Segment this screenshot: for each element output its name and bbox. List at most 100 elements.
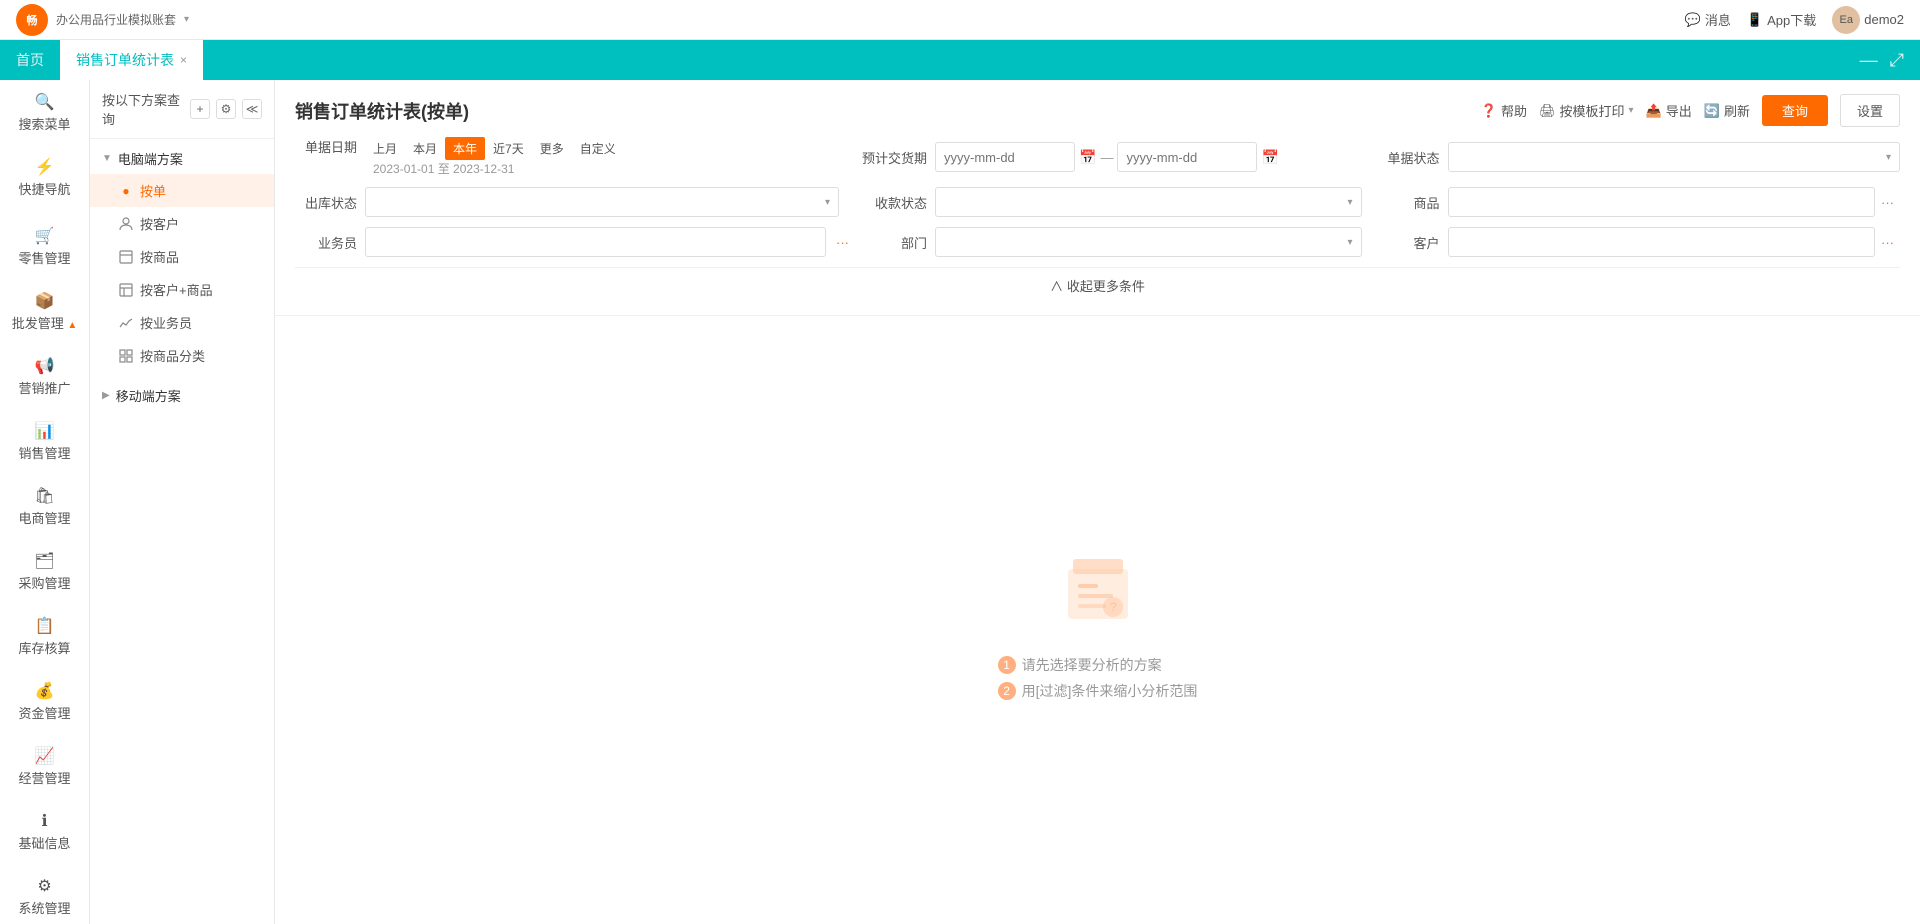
order-status-select[interactable] (1449, 143, 1569, 171)
download-icon: 📱 (1747, 12, 1763, 28)
customer-input[interactable] (1448, 227, 1876, 257)
scheme-panel-title: 按以下方案查询 (102, 90, 190, 128)
sidebar-item-retail-mgmt[interactable]: 🛒 零售管理 (0, 214, 89, 279)
collapse-button[interactable]: ∧ 收起更多条件 (295, 267, 1900, 303)
date-this-month-btn[interactable]: 本月 (405, 137, 445, 160)
empty-tips: 1 请先选择要分析的方案 2 用[过滤]条件来缩小分析范围 (998, 655, 1198, 701)
top-bar-right: 💬 消息 📱 App下载 Ea demo2 (1685, 6, 1904, 34)
date-quick-buttons: 上月 本月 本年 近7天 更多 自定义 (365, 137, 624, 160)
sidebar-item-search-menu[interactable]: 🔍 搜索菜单 (0, 80, 89, 145)
export-button[interactable]: 📤 导出 (1646, 101, 1692, 120)
goods-more-button[interactable]: ··· (1875, 195, 1900, 210)
app-logo: 畅 (16, 4, 48, 36)
salesperson-input[interactable] (365, 227, 826, 257)
date-7days-btn[interactable]: 近7天 (485, 137, 532, 160)
tip-1-num: 1 (998, 656, 1016, 674)
scheme-item-by-category[interactable]: 按商品分类 (90, 339, 274, 372)
main-panel: 销售订单统计表(按单) ❓ 帮助 🖨 按模板打印 ▾ 📤 导出 (275, 80, 1920, 924)
by-cust-goods-icon (118, 282, 134, 298)
tip-2-text: 用[过滤]条件来缩小分析范围 (1022, 681, 1198, 701)
date-filter-group: 上月 本月 本年 近7天 更多 自定义 2023-01-01 至 2023-12… (365, 137, 624, 177)
empty-illustration: ? (1048, 539, 1148, 639)
expected-date-start-input[interactable] (935, 142, 1075, 172)
sidebar-item-wholesale-mgmt[interactable]: 📦 批发管理 ▲ (0, 279, 89, 344)
scheme-item-by-order[interactable]: ● 按单 (90, 174, 274, 207)
filter-row-1: 单据日期 上月 本月 本年 近7天 更多 自定义 2023- (295, 137, 1900, 177)
calendar-end-icon[interactable]: 📅 (1261, 149, 1278, 166)
settings-button[interactable]: 设置 (1840, 94, 1900, 127)
page-actions: ❓ 帮助 🖨 按模板打印 ▾ 📤 导出 🔄 刷新 (1481, 94, 1900, 127)
goods-input[interactable] (1448, 187, 1876, 217)
tab-close-icon[interactable]: × (180, 53, 187, 67)
sidebar-item-finance-mgmt[interactable]: 💰 资金管理 (0, 669, 89, 734)
date-more-btn[interactable]: 更多 (532, 137, 572, 160)
print-icon: 🖨 (1539, 103, 1556, 119)
filter-goods-cell: 商品 ··· (1378, 187, 1901, 217)
date-this-year-btn[interactable]: 本年 (445, 137, 485, 160)
date-label: 单据日期 (295, 137, 365, 156)
expected-date-input-wrap: 📅 — 📅 (935, 142, 1279, 172)
refresh-button[interactable]: 🔄 刷新 (1704, 101, 1750, 120)
ship-status-label: 出库状态 (295, 193, 365, 212)
tab-sales-order-stats[interactable]: 销售订单统计表 × (60, 40, 203, 80)
sidebar-item-inventory[interactable]: 📋 库存核算 (0, 604, 89, 669)
date-last-month-btn[interactable]: 上月 (365, 137, 405, 160)
inventory-icon: 📋 (0, 616, 89, 636)
dept-label: 部门 (855, 233, 935, 252)
sidebar-item-marketing[interactable]: 📢 营销推广 (0, 344, 89, 409)
settings-scheme-button[interactable]: ⚙ (216, 99, 236, 119)
scheme-panel: 按以下方案查询 + ⚙ ≪ ▼ 电脑端方案 ● 按单 (90, 80, 275, 924)
message-button[interactable]: 💬 消息 (1685, 10, 1731, 29)
scheme-item-by-cust-goods[interactable]: 按客户+商品 (90, 273, 274, 306)
receipt-status-select[interactable] (936, 188, 1056, 216)
by-customer-icon (118, 216, 134, 232)
expected-date-end-input[interactable] (1117, 142, 1257, 172)
dept-select[interactable] (936, 228, 1056, 256)
calendar-start-icon[interactable]: 📅 (1079, 149, 1096, 166)
tab-home[interactable]: 首页 (0, 40, 60, 80)
basic-info-icon: ℹ (0, 811, 89, 831)
scheme-item-by-customer[interactable]: 按客户 (90, 207, 274, 240)
print-button[interactable]: 🖨 按模板打印 ▾ (1539, 101, 1634, 120)
filter-row-2: 出库状态 ▾ 收款状态 ▾ (295, 187, 1900, 217)
user-profile[interactable]: Ea demo2 (1832, 6, 1904, 34)
print-dropdown-icon: ▾ (1629, 105, 1634, 116)
sidebar-item-operation-mgmt[interactable]: 📈 经营管理 (0, 734, 89, 799)
help-button[interactable]: ❓ 帮助 (1481, 101, 1527, 120)
main-layout: 🔍 搜索菜单 ⚡ 快捷导航 🛒 零售管理 📦 批发管理 ▲ 📢 营销推广 📊 销… (0, 80, 1920, 924)
sidebar-item-system-mgmt[interactable]: ⚙ 系统管理 (0, 864, 89, 924)
ship-status-select[interactable] (366, 188, 486, 216)
collapse-scheme-button[interactable]: ≪ (242, 99, 262, 119)
maximize-icon[interactable]: ⤢ (1890, 50, 1904, 71)
ship-status-arrow-icon: ▾ (825, 197, 830, 208)
sidebar-item-basic-info[interactable]: ℹ 基础信息 (0, 799, 89, 864)
salesperson-more-button[interactable]: ··· (830, 235, 855, 250)
app-download-button[interactable]: 📱 App下载 (1747, 10, 1816, 29)
minimize-icon[interactable]: — (1860, 50, 1878, 71)
receipt-status-select-wrap: ▾ (935, 187, 1362, 217)
sidebar-item-ecom-mgmt[interactable]: 🛍 电商管理 (0, 474, 89, 539)
wholesale-mgmt-icon: 📦 (0, 291, 89, 311)
customer-more-button[interactable]: ··· (1875, 235, 1900, 250)
scheme-item-by-salesperson[interactable]: 按业务员 (90, 306, 274, 339)
date-custom-btn[interactable]: 自定义 (572, 137, 624, 160)
query-button[interactable]: 查询 (1762, 95, 1828, 126)
date-dash: — (1100, 150, 1113, 165)
scheme-group-mobile-header[interactable]: ▶ 移动端方案 (90, 380, 274, 411)
message-icon: 💬 (1685, 12, 1701, 28)
scheme-group-mobile-arrow-icon: ▶ (102, 390, 110, 401)
by-goods-icon (118, 249, 134, 265)
scheme-group-pc-header[interactable]: ▼ 电脑端方案 (90, 143, 274, 174)
sidebar-item-purchase-mgmt[interactable]: 🗂 采购管理 (0, 539, 89, 604)
filter-row-3: 业务员 ··· 部门 ▾ 客户 (295, 227, 1900, 257)
scheme-panel-header: 按以下方案查询 + ⚙ ≪ (90, 80, 274, 139)
empty-tip-2: 2 用[过滤]条件来缩小分析范围 (998, 681, 1198, 701)
scheme-panel-actions: + ⚙ ≪ (190, 99, 262, 119)
sidebar-item-sales-mgmt[interactable]: 📊 销售管理 (0, 409, 89, 474)
page-header: 销售订单统计表(按单) ❓ 帮助 🖨 按模板打印 ▾ 📤 导出 (275, 80, 1920, 137)
app-dropdown-arrow[interactable]: ▾ (184, 14, 189, 25)
scheme-group-pc: ▼ 电脑端方案 ● 按单 按客户 按商品 (90, 139, 274, 376)
scheme-item-by-goods[interactable]: 按商品 (90, 240, 274, 273)
sidebar-item-quick-nav[interactable]: ⚡ 快捷导航 (0, 145, 89, 210)
add-scheme-button[interactable]: + (190, 99, 210, 119)
